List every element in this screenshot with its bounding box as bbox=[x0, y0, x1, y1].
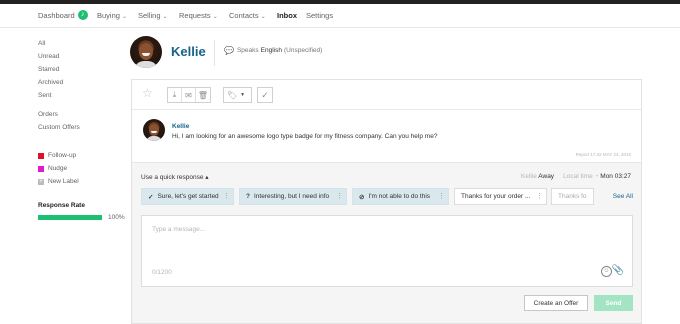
nav-buying[interactable]: Buying ⌄ bbox=[97, 11, 127, 20]
filter-custom-offers[interactable]: Custom Offers bbox=[38, 124, 80, 131]
speaks-languages: 💬 Speaks English (Unspecified) bbox=[224, 46, 323, 55]
attachment-icon[interactable]: 📎 bbox=[612, 265, 624, 276]
filter-orders[interactable]: Orders bbox=[38, 111, 58, 118]
conversation-panel: ☆ ⤓ ✉ 🗑 🏷 ▼ ✓ Kellie Hi, I am looking fo… bbox=[131, 79, 642, 324]
more-vertical-icon[interactable]: ⋮ bbox=[536, 192, 543, 200]
trash-icon[interactable]: 🗑 bbox=[196, 88, 210, 102]
quick-responses: ✓ Sure, let's get started ⋮ ? Interestin… bbox=[141, 188, 633, 205]
new-label-button[interactable]: + New Label bbox=[38, 178, 79, 185]
chevron-down-icon: ⌄ bbox=[121, 14, 127, 20]
filter-unread[interactable]: Unread bbox=[38, 53, 59, 60]
chevron-down-icon: ⌄ bbox=[162, 14, 168, 20]
create-offer-button[interactable]: Create an Offer bbox=[524, 295, 588, 311]
chevron-down-icon: ⌄ bbox=[260, 14, 266, 20]
message-sender[interactable]: Kellie bbox=[172, 123, 189, 130]
filter-starred[interactable]: Starred bbox=[38, 66, 59, 73]
send-button[interactable]: Send bbox=[594, 295, 633, 311]
speech-bubbles-icon: 💬 bbox=[224, 46, 234, 55]
top-navigation: Dashboard ♪ Buying ⌄ Selling ⌄ Requests ⌄ Co… bbox=[0, 4, 680, 28]
avatar[interactable] bbox=[130, 36, 162, 68]
filter-sent[interactable]: Sent bbox=[38, 92, 51, 99]
response-rate-bar bbox=[38, 215, 102, 220]
message-compose-box[interactable]: Type a message... 0/1200 ☺ 📎 bbox=[141, 215, 633, 287]
quick-response-chip[interactable]: ⊘ I'm not able to do this ⋮ bbox=[352, 188, 449, 205]
label-color-swatch bbox=[38, 165, 44, 172]
caret-down-icon: ▼ bbox=[240, 92, 246, 98]
mail-icon[interactable]: ✉ bbox=[182, 88, 196, 102]
plus-icon: + bbox=[38, 178, 44, 185]
reply-area: Use a quick response ▴ Kellie Away Local… bbox=[132, 162, 641, 323]
conversation-toolbar: ☆ ⤓ ✉ 🗑 🏷 ▼ ✓ bbox=[132, 80, 641, 110]
label-color-swatch bbox=[38, 152, 44, 159]
more-vertical-icon[interactable]: ⋮ bbox=[336, 192, 343, 200]
emoji-icon[interactable]: ☺ bbox=[601, 266, 612, 277]
chevron-down-icon: ⌄ bbox=[212, 14, 218, 20]
contact-header: Kellie 💬 Speaks English (Unspecified) bbox=[130, 36, 322, 70]
nav-settings[interactable]: Settings bbox=[306, 11, 333, 20]
response-rate-title: Response Rate bbox=[38, 202, 85, 209]
archive-icon[interactable]: ⤓ bbox=[168, 88, 182, 102]
nav-requests[interactable]: Requests ⌄ bbox=[179, 11, 218, 20]
nav-dashboard[interactable]: Dashboard ♪ bbox=[38, 10, 88, 21]
message-meta[interactable]: Report 17:32 MAY 24, 2016 bbox=[576, 152, 631, 157]
star-icon[interactable]: ☆ bbox=[142, 87, 153, 99]
checkmark-icon: ✓ bbox=[148, 193, 154, 201]
response-rate-value: 100% bbox=[108, 214, 125, 221]
message-input-placeholder[interactable]: Type a message... bbox=[152, 226, 205, 233]
tag-icon: 🏷 bbox=[227, 90, 238, 100]
mark-done-check-icon[interactable]: ✓ bbox=[257, 87, 273, 103]
label-nudge[interactable]: Nudge bbox=[38, 165, 67, 172]
message-item: Kellie Hi, I am looking for an awesome l… bbox=[132, 111, 641, 161]
divider bbox=[214, 40, 215, 66]
avatar bbox=[143, 119, 165, 141]
quick-response-chip[interactable]: ? Interesting, but I need info ⋮ bbox=[239, 188, 347, 205]
contact-status: Kellie Away Local time ◔ Mon 03:27 bbox=[520, 173, 631, 180]
clock-icon: ◔ bbox=[594, 173, 599, 180]
character-counter: 0/1200 bbox=[152, 269, 172, 276]
filter-all[interactable]: All bbox=[38, 40, 45, 47]
nav-contacts[interactable]: Contacts ⌄ bbox=[229, 11, 266, 20]
quick-response-chip[interactable]: Thanks fo bbox=[551, 188, 594, 205]
question-icon: ? bbox=[246, 193, 250, 200]
quick-response-chip[interactable]: Thanks for your order ... ⋮ bbox=[454, 188, 547, 205]
quick-response-chip[interactable]: ✓ Sure, let's get started ⋮ bbox=[141, 188, 234, 205]
more-vertical-icon[interactable]: ⋮ bbox=[223, 192, 230, 200]
quick-response-toggle[interactable]: Use a quick response ▴ bbox=[141, 173, 209, 181]
notification-badge-icon: ♪ bbox=[77, 10, 88, 21]
block-icon: ⊘ bbox=[359, 193, 365, 201]
contact-name[interactable]: Kellie bbox=[171, 44, 206, 59]
label-dropdown-button[interactable]: 🏷 ▼ bbox=[223, 87, 252, 103]
label-follow-up[interactable]: Follow-up bbox=[38, 152, 76, 159]
more-vertical-icon[interactable]: ⋮ bbox=[438, 192, 445, 200]
see-all-link[interactable]: See All bbox=[613, 193, 633, 200]
message-text: Hi, I am looking for an awesome logo typ… bbox=[172, 133, 438, 140]
nav-inbox[interactable]: Inbox bbox=[277, 11, 297, 20]
action-group: ⤓ ✉ 🗑 bbox=[167, 87, 211, 103]
filter-archived[interactable]: Archived bbox=[38, 79, 63, 86]
nav-selling[interactable]: Selling ⌄ bbox=[138, 11, 168, 20]
